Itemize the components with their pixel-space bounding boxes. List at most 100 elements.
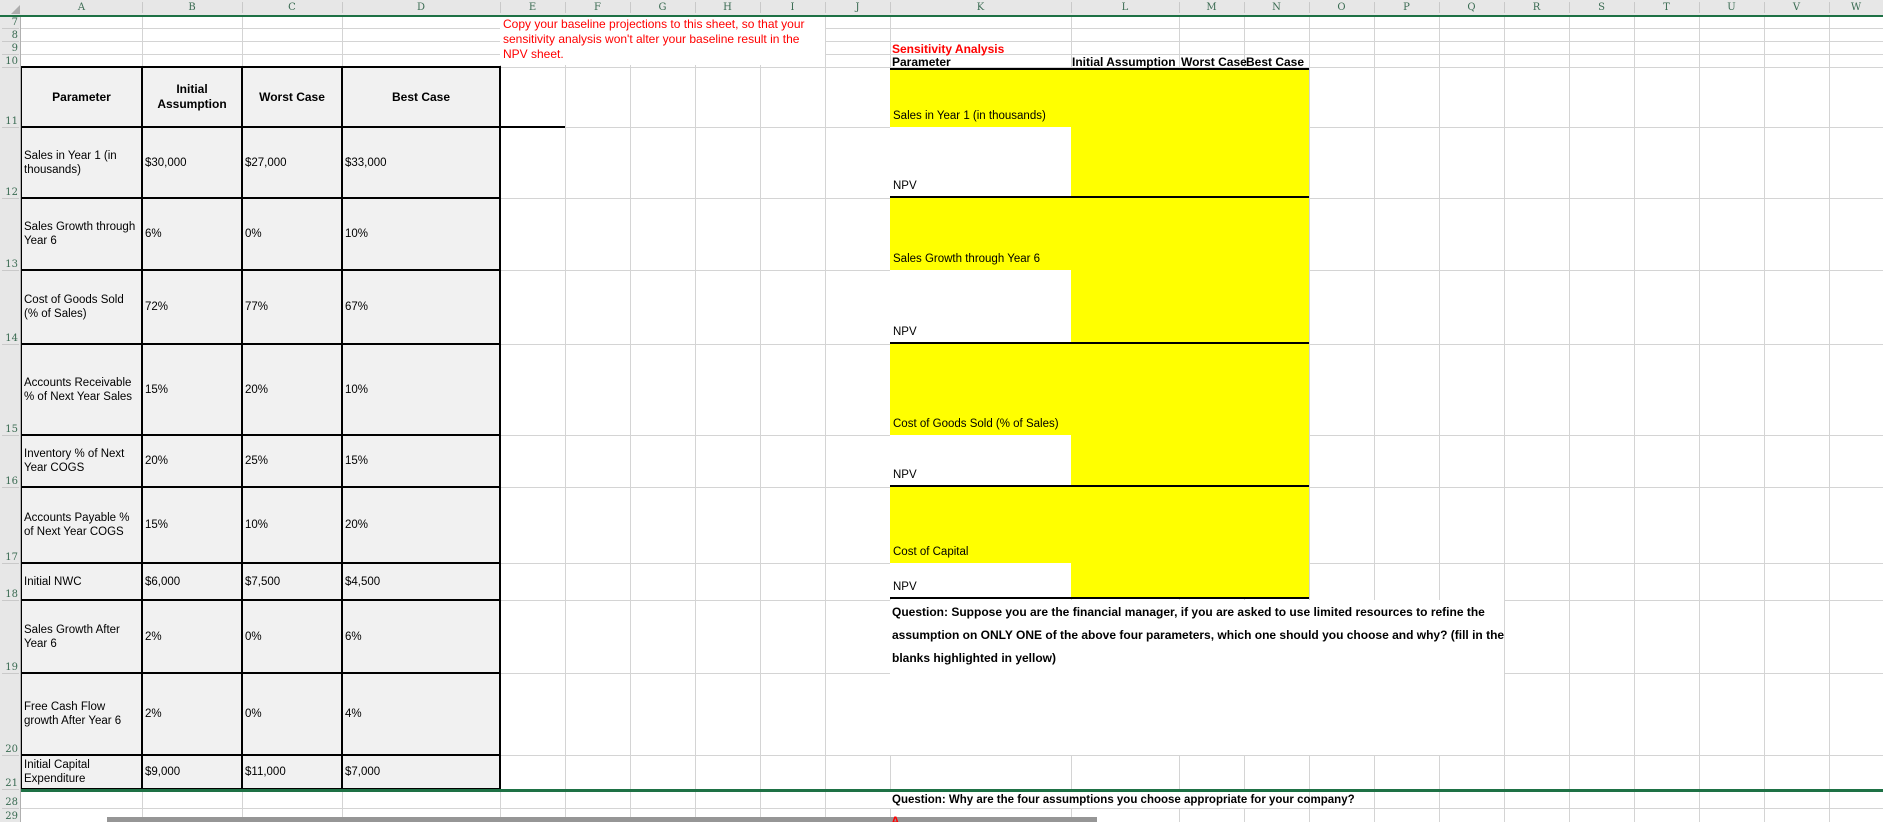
sens-header-parameter[interactable]: Parameter: [892, 55, 951, 69]
npv-input-cell-sales-year1[interactable]: [890, 127, 1071, 196]
parameter-cell[interactable]: Sales Growth through Year 6: [24, 198, 139, 270]
row-header-7[interactable]: 7: [0, 15, 18, 29]
cell-note-annotation[interactable]: Copy your baseline projections to this s…: [500, 15, 825, 65]
select-all-corner[interactable]: [0, 0, 21, 15]
table-header-cell[interactable]: Best Case: [345, 67, 497, 127]
row-header-10[interactable]: 10: [0, 54, 18, 68]
column-header-M[interactable]: M: [1179, 0, 1244, 15]
column-header-P[interactable]: P: [1374, 0, 1439, 15]
parameter-cell[interactable]: Sales Growth After Year 6: [24, 600, 139, 673]
value-cell[interactable]: 77%: [245, 270, 339, 344]
row-header-20[interactable]: 20: [0, 673, 18, 756]
column-header-W[interactable]: W: [1829, 0, 1883, 15]
parameter-cell[interactable]: Initial NWC: [24, 563, 139, 600]
parameter-cell[interactable]: Accounts Receivable % of Next Year Sales: [24, 344, 139, 435]
column-header-V[interactable]: V: [1764, 0, 1829, 15]
parameter-cell[interactable]: Accounts Payable % of Next Year COGS: [24, 487, 139, 563]
parameter-cell[interactable]: Sales in Year 1 (in thousands): [24, 127, 139, 198]
column-header-R[interactable]: R: [1504, 0, 1569, 15]
table-header-cell[interactable]: Worst Case: [245, 67, 339, 127]
value-cell[interactable]: $7,500: [245, 563, 339, 600]
value-cell[interactable]: 2%: [145, 673, 239, 755]
value-cell[interactable]: 15%: [145, 487, 239, 563]
value-cell[interactable]: $7,000: [345, 755, 497, 789]
value-cell[interactable]: 67%: [345, 270, 497, 344]
row-header-9[interactable]: 9: [0, 41, 18, 55]
value-cell[interactable]: $11,000: [245, 755, 339, 789]
row-header-8[interactable]: 8: [0, 28, 18, 42]
column-header-H[interactable]: H: [695, 0, 760, 15]
sens-header-initial-assumption[interactable]: Initial Assumption: [1072, 55, 1176, 69]
value-cell[interactable]: $4,500: [345, 563, 497, 600]
column-header-O[interactable]: O: [1309, 0, 1374, 15]
question1-cell[interactable]: Question: Suppose you are the financial …: [890, 600, 1504, 755]
column-header-J[interactable]: J: [825, 0, 890, 15]
parameter-cell[interactable]: Initial Capital Expenditure: [24, 755, 139, 789]
column-header-K[interactable]: K: [890, 0, 1071, 15]
value-cell[interactable]: 6%: [345, 600, 497, 673]
value-cell[interactable]: 4%: [345, 673, 497, 755]
row-header-12[interactable]: 12: [0, 127, 18, 199]
value-cell[interactable]: 72%: [145, 270, 239, 344]
value-cell[interactable]: 10%: [345, 344, 497, 435]
npv-input-cell-cogs[interactable]: [890, 435, 1071, 485]
column-header-Q[interactable]: Q: [1439, 0, 1504, 15]
value-cell[interactable]: 10%: [245, 487, 339, 563]
column-header-L[interactable]: L: [1071, 0, 1179, 15]
column-header-N[interactable]: N: [1244, 0, 1309, 15]
sens-header-best-case[interactable]: Best Case: [1246, 55, 1304, 69]
value-cell[interactable]: 15%: [145, 344, 239, 435]
column-header-U[interactable]: U: [1699, 0, 1764, 15]
value-cell[interactable]: 20%: [245, 344, 339, 435]
value-cell[interactable]: $9,000: [145, 755, 239, 789]
row-header-29[interactable]: 29: [0, 808, 18, 822]
column-header-G[interactable]: G: [630, 0, 695, 15]
parameter-cell[interactable]: Inventory % of Next Year COGS: [24, 435, 139, 487]
value-cell[interactable]: 0%: [245, 600, 339, 673]
question1-line: assumption on ONLY ONE of the above four…: [892, 628, 1505, 642]
column-header-E[interactable]: E: [500, 0, 565, 15]
table-header-cell[interactable]: Initial Assumption: [145, 67, 239, 127]
row-header-16[interactable]: 16: [0, 435, 18, 488]
value-cell[interactable]: $30,000: [145, 127, 239, 198]
note-line: Copy your baseline projections to this s…: [503, 17, 805, 31]
value-cell[interactable]: $33,000: [345, 127, 497, 198]
column-header-S[interactable]: S: [1569, 0, 1634, 15]
value-cell[interactable]: 0%: [245, 198, 339, 270]
npv-input-cell-sales-growth[interactable]: [890, 270, 1071, 342]
column-header-I[interactable]: I: [760, 0, 825, 15]
note-line: NPV sheet.: [503, 47, 564, 61]
column-header-C[interactable]: C: [242, 0, 342, 15]
sensitivity-title[interactable]: Sensitivity Analysis: [892, 42, 1004, 56]
row-header-17[interactable]: 17: [0, 487, 18, 564]
value-cell[interactable]: $6,000: [145, 563, 239, 600]
question2-cell[interactable]: Question: Why are the four assumptions y…: [890, 792, 1355, 808]
row-header-13[interactable]: 13: [0, 198, 18, 271]
value-cell[interactable]: 25%: [245, 435, 339, 487]
column-header-T[interactable]: T: [1634, 0, 1699, 15]
row-header-28[interactable]: 28: [0, 792, 18, 809]
row-header-21[interactable]: 21: [0, 755, 18, 790]
value-cell[interactable]: $27,000: [245, 127, 339, 198]
column-header-D[interactable]: D: [342, 0, 500, 15]
table-header-cell[interactable]: Parameter: [24, 67, 139, 127]
value-cell[interactable]: 10%: [345, 198, 497, 270]
parameter-cell[interactable]: Free Cash Flow growth After Year 6: [24, 673, 139, 755]
value-cell[interactable]: 2%: [145, 600, 239, 673]
value-cell[interactable]: 20%: [145, 435, 239, 487]
row-header-11[interactable]: 11: [0, 67, 18, 128]
value-cell[interactable]: 6%: [145, 198, 239, 270]
sens-header-worst-case[interactable]: Worst Case: [1181, 55, 1247, 69]
value-cell[interactable]: 15%: [345, 435, 497, 487]
row-header-15[interactable]: 15: [0, 344, 18, 436]
npv-input-cell-cost-of-capital[interactable]: [890, 563, 1071, 597]
row-header-18[interactable]: 18: [0, 563, 18, 601]
value-cell[interactable]: 20%: [345, 487, 497, 563]
column-header-F[interactable]: F: [565, 0, 630, 15]
column-header-A[interactable]: A: [21, 0, 142, 15]
row-header-14[interactable]: 14: [0, 270, 18, 345]
value-cell[interactable]: 0%: [245, 673, 339, 755]
row-header-19[interactable]: 19: [0, 600, 18, 674]
column-header-B[interactable]: B: [142, 0, 242, 15]
parameter-cell[interactable]: Cost of Goods Sold (% of Sales): [24, 270, 139, 344]
